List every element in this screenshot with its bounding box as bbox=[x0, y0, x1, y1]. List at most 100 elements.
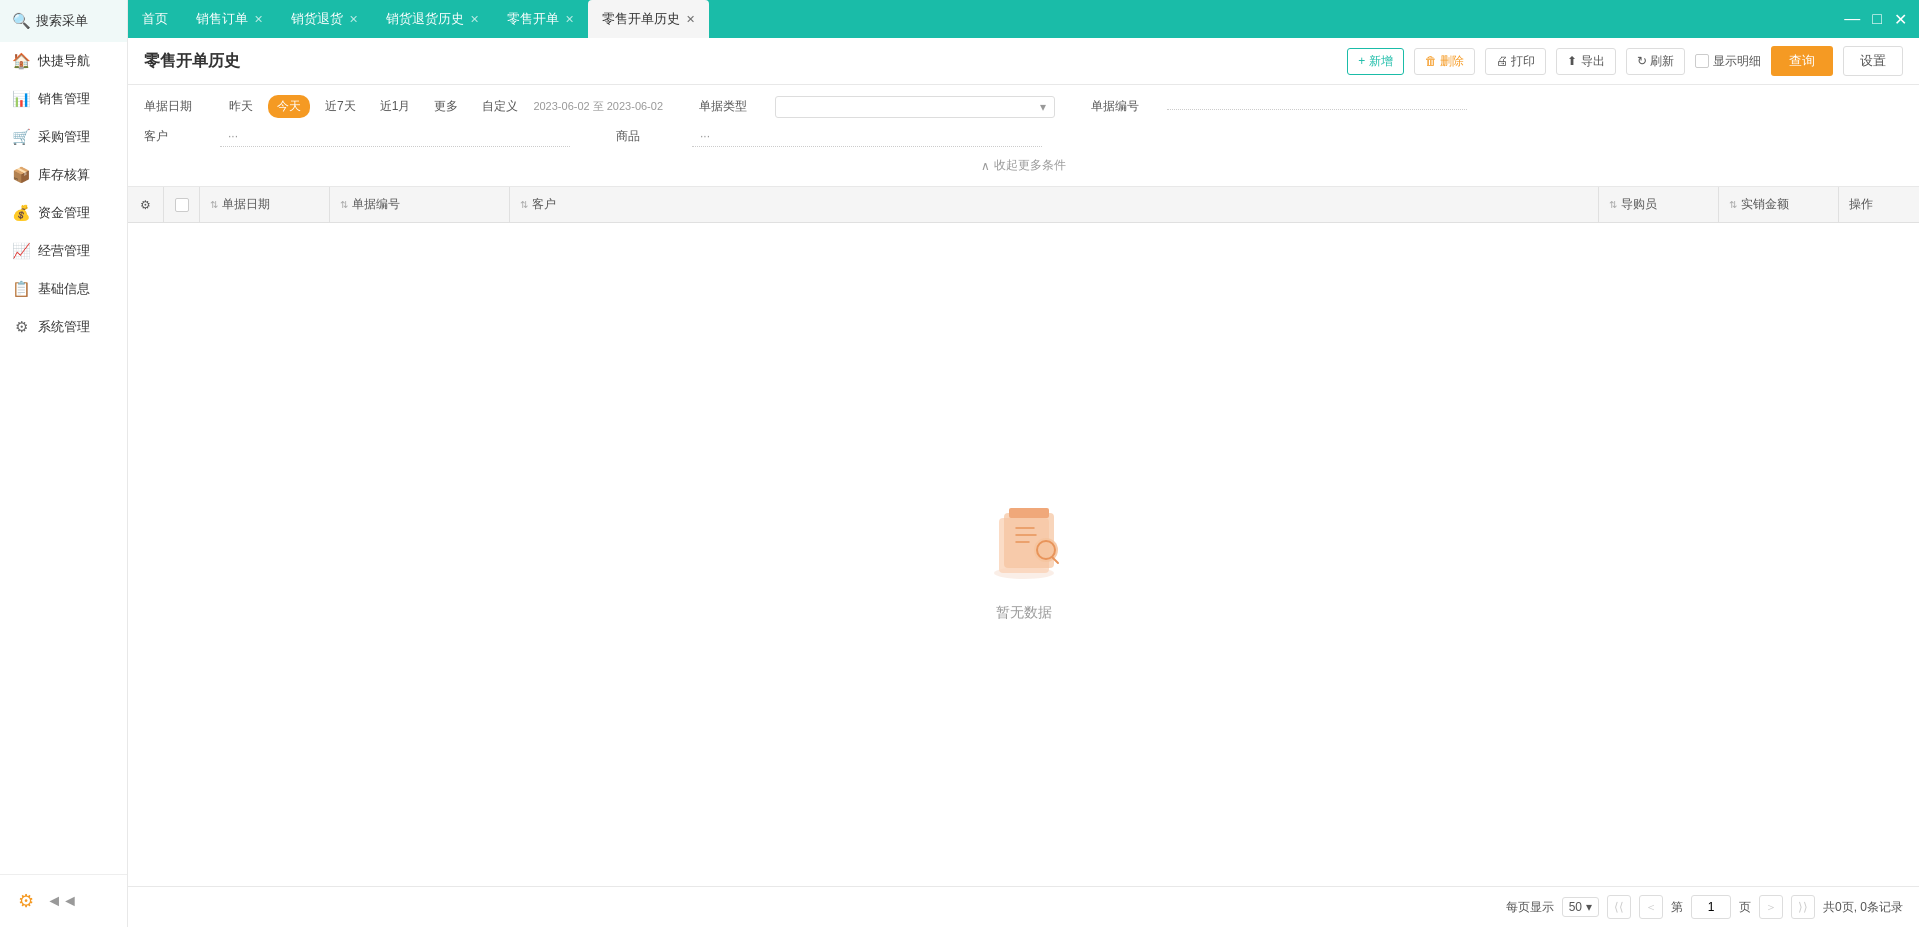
basic-info-icon: 📋 bbox=[12, 280, 30, 298]
tab-sales-return-close[interactable]: ✕ bbox=[349, 13, 358, 26]
column-amount[interactable]: ⇅ 实销金额 bbox=[1719, 187, 1839, 222]
sidebar-item-label: 资金管理 bbox=[38, 204, 90, 222]
per-page-select[interactable]: 50 ▾ bbox=[1562, 897, 1599, 917]
goods-input[interactable]: ··· bbox=[692, 126, 1042, 147]
page-prev-button[interactable]: ＜ bbox=[1639, 895, 1663, 919]
tab-retail-open-close[interactable]: ✕ bbox=[565, 13, 574, 26]
filter-row-2: 客户 ··· 商品 ··· bbox=[144, 126, 1903, 147]
sidebar-collapse-button[interactable]: ◄◄ bbox=[48, 887, 76, 915]
order-no-input[interactable] bbox=[1167, 103, 1467, 110]
date-custom[interactable]: 自定义 bbox=[473, 95, 527, 118]
tab-retail-open-label: 零售开单 bbox=[507, 10, 559, 28]
column-date-label: 单据日期 bbox=[222, 196, 270, 213]
per-page-chevron: ▾ bbox=[1586, 900, 1592, 914]
column-customer-label: 客户 bbox=[532, 196, 556, 213]
main-content: 首页 销售订单 ✕ 销货退货 ✕ 销货退货历史 ✕ 零售开单 ✕ 零售开单历史 … bbox=[128, 0, 1919, 927]
date-more[interactable]: 更多 bbox=[425, 95, 467, 118]
minimize-button[interactable]: — bbox=[1844, 10, 1860, 28]
tab-home[interactable]: 首页 bbox=[128, 0, 182, 38]
date-7days[interactable]: 近7天 bbox=[316, 95, 365, 118]
order-type-label: 单据类型 bbox=[699, 98, 759, 115]
export-button[interactable]: ⬆ 导出 bbox=[1556, 48, 1615, 75]
sidebar-item-quick-nav[interactable]: 🏠 快捷导航 bbox=[0, 42, 127, 80]
display-toggle[interactable]: 显示明细 bbox=[1695, 53, 1761, 70]
column-gear[interactable]: ⚙ bbox=[128, 187, 164, 222]
sidebar-item-finance[interactable]: 💰 资金管理 bbox=[0, 194, 127, 232]
svg-rect-3 bbox=[1009, 508, 1049, 518]
order-type-select[interactable]: ▾ bbox=[775, 96, 1055, 118]
column-order-no-label: 单据编号 bbox=[352, 196, 400, 213]
tab-retail-open-history[interactable]: 零售开单历史 ✕ bbox=[588, 0, 709, 38]
operations-icon: 📈 bbox=[12, 242, 30, 260]
close-window-button[interactable]: ✕ bbox=[1894, 10, 1907, 29]
display-checkbox[interactable] bbox=[1695, 54, 1709, 68]
goods-dots: ··· bbox=[700, 129, 710, 143]
column-customer[interactable]: ⇅ 客户 bbox=[510, 187, 1599, 222]
add-button[interactable]: + 新增 bbox=[1347, 48, 1403, 75]
page-title: 零售开单历史 bbox=[144, 51, 240, 72]
per-page-value: 50 bbox=[1569, 900, 1582, 914]
maximize-button[interactable]: □ bbox=[1872, 10, 1882, 28]
tab-retail-open[interactable]: 零售开单 ✕ bbox=[493, 0, 588, 38]
column-amount-label: 实销金额 bbox=[1741, 196, 1789, 213]
setting-button[interactable]: 设置 bbox=[1843, 46, 1903, 76]
sys-icon: ⚙ bbox=[12, 318, 30, 336]
sidebar-item-basic-info[interactable]: 📋 基础信息 bbox=[0, 270, 127, 308]
sidebar-item-sales-mgmt[interactable]: 📊 销售管理 bbox=[0, 80, 127, 118]
date-today[interactable]: 今天 bbox=[268, 95, 310, 118]
order-no-label: 单据编号 bbox=[1091, 98, 1151, 115]
page-unit: 页 bbox=[1739, 899, 1751, 916]
tab-retail-open-history-close[interactable]: ✕ bbox=[686, 13, 695, 26]
page-next-button[interactable]: ＞ bbox=[1759, 895, 1783, 919]
filter-row-1: 单据日期 昨天 今天 近7天 近1月 更多 自定义 2023-06-02 至 2… bbox=[144, 95, 1903, 118]
inventory-icon: 📦 bbox=[12, 166, 30, 184]
tab-sales-order[interactable]: 销售订单 ✕ bbox=[182, 0, 277, 38]
tab-sales-return[interactable]: 销货退货 ✕ bbox=[277, 0, 372, 38]
column-date[interactable]: ⇅ 单据日期 bbox=[200, 187, 330, 222]
tab-sales-return-history-close[interactable]: ✕ bbox=[470, 13, 479, 26]
page-actions: + 新增 🗑 删除 🖨 打印 ⬆ 导出 ↻ 刷新 显示明细 查询 设置 bbox=[1347, 46, 1903, 76]
sort-icon: ⇅ bbox=[1609, 199, 1617, 210]
sort-icon: ⇅ bbox=[520, 199, 528, 210]
query-button[interactable]: 查询 bbox=[1771, 46, 1833, 76]
sidebar-item-sys-mgmt[interactable]: ⚙ 系统管理 bbox=[0, 308, 127, 346]
display-label: 显示明细 bbox=[1713, 53, 1761, 70]
sidebar: 🔍 搜索采单 🏠 快捷导航 📊 销售管理 🛒 采购管理 📦 库存核算 💰 资金管… bbox=[0, 0, 128, 927]
column-order-no[interactable]: ⇅ 单据编号 bbox=[330, 187, 510, 222]
column-guide[interactable]: ⇅ 导购员 bbox=[1599, 187, 1719, 222]
home-icon: 🏠 bbox=[12, 52, 30, 70]
collapse-more-button[interactable]: ∧ 收起更多条件 bbox=[144, 155, 1903, 176]
tab-sales-return-history[interactable]: 销货退货历史 ✕ bbox=[372, 0, 493, 38]
page-label: 第 bbox=[1671, 899, 1683, 916]
tab-sales-order-close[interactable]: ✕ bbox=[254, 13, 263, 26]
sidebar-item-inventory[interactable]: 📦 库存核算 bbox=[0, 156, 127, 194]
sidebar-bottom: ⚙ ◄◄ bbox=[0, 874, 127, 927]
select-all-checkbox[interactable] bbox=[175, 198, 189, 212]
total-text: 共0页, 0条记录 bbox=[1823, 899, 1903, 916]
page-last-button[interactable]: ⟩⟩ bbox=[1791, 895, 1815, 919]
sidebar-search[interactable]: 🔍 搜索采单 bbox=[0, 0, 127, 42]
date-shortcuts: 昨天 今天 近7天 近1月 更多 自定义 2023-06-02 至 2023-0… bbox=[220, 95, 663, 118]
column-operation: 操作 bbox=[1839, 187, 1919, 222]
date-1month[interactable]: 近1月 bbox=[371, 95, 420, 118]
customer-input[interactable]: ··· bbox=[220, 126, 570, 147]
page-first-button[interactable]: ⟨⟨ bbox=[1607, 895, 1631, 919]
print-button[interactable]: 🖨 打印 bbox=[1485, 48, 1546, 75]
date-yesterday[interactable]: 昨天 bbox=[220, 95, 262, 118]
customer-label: 客户 bbox=[144, 128, 204, 145]
sidebar-item-operations[interactable]: 📈 经营管理 bbox=[0, 232, 127, 270]
column-operation-label: 操作 bbox=[1849, 196, 1873, 213]
sidebar-item-label: 库存核算 bbox=[38, 166, 90, 184]
sidebar-item-label: 经营管理 bbox=[38, 242, 90, 260]
empty-text: 暂无数据 bbox=[996, 604, 1052, 622]
sidebar-item-purchase-mgmt[interactable]: 🛒 采购管理 bbox=[0, 118, 127, 156]
column-checkbox[interactable] bbox=[164, 187, 200, 222]
sidebar-search-label: 搜索采单 bbox=[36, 12, 88, 30]
filter-area: 单据日期 昨天 今天 近7天 近1月 更多 自定义 2023-06-02 至 2… bbox=[128, 85, 1919, 187]
refresh-button[interactable]: ↻ 刷新 bbox=[1626, 48, 1685, 75]
page-number-input[interactable] bbox=[1691, 895, 1731, 919]
settings-bottom-icon[interactable]: ⚙ bbox=[12, 887, 40, 915]
delete-button[interactable]: 🗑 删除 bbox=[1414, 48, 1475, 75]
window-controls: — □ ✕ bbox=[1832, 10, 1919, 29]
search-icon: 🔍 bbox=[12, 12, 30, 30]
